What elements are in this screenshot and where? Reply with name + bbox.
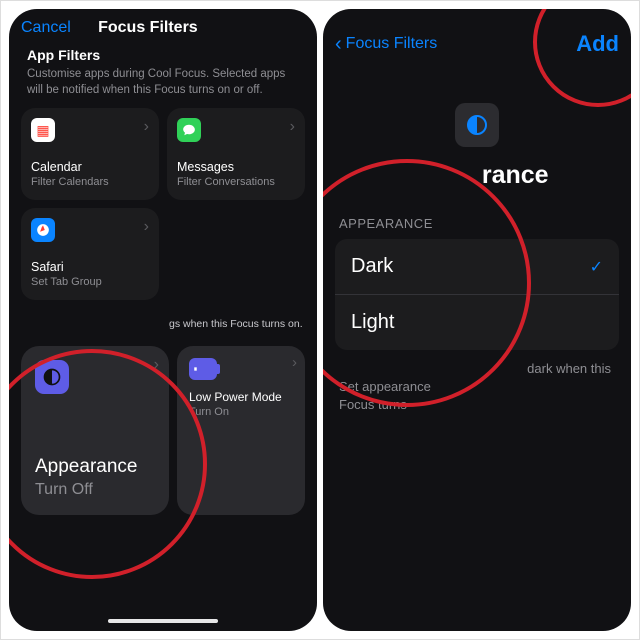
page-title: Focus Filters xyxy=(31,19,265,37)
safari-icon xyxy=(31,218,55,242)
option-light[interactable]: Light xyxy=(335,295,619,350)
appearance-hero-icon xyxy=(455,103,499,147)
calendar-icon: ▦ xyxy=(31,118,55,142)
tile-messages[interactable]: › Messages Filter Conversations xyxy=(167,108,305,200)
appearance-icon xyxy=(35,360,69,394)
back-label: Focus Filters xyxy=(346,35,438,53)
tile-safari-label: Safari xyxy=(31,260,149,274)
section-title-app-filters: App Filters xyxy=(27,47,299,63)
tile-low-power-mode[interactable]: › Low Power Mode Turn On xyxy=(177,346,305,515)
messages-icon xyxy=(177,118,201,142)
tile-lpm-label: Low Power Mode xyxy=(189,390,293,404)
tile-messages-sub: Filter Conversations xyxy=(177,176,295,188)
chevron-right-icon: › xyxy=(290,118,295,136)
tile-safari-sub: Set Tab Group xyxy=(31,276,149,288)
tile-appearance[interactable]: › Appearance Turn Off xyxy=(21,346,169,515)
left-screenshot: Cancel Focus Filters App Filters Customi… xyxy=(9,9,317,631)
appearance-footer-text: dark when this Set appearance Focus turn… xyxy=(339,360,615,415)
right-screenshot: ‹ Focus Filters Add Appearance APPEARANC… xyxy=(323,9,631,631)
option-dark[interactable]: Dark ✓ xyxy=(335,239,619,295)
chevron-left-icon: ‹ xyxy=(335,34,342,54)
section-label-appearance: APPEARANCE xyxy=(339,216,631,231)
home-indicator xyxy=(108,619,218,623)
chevron-right-icon: › xyxy=(144,118,149,136)
chevron-right-icon: › xyxy=(154,356,159,374)
chevron-right-icon: › xyxy=(144,218,149,236)
section-description: Customise apps during Cool Focus. Select… xyxy=(27,67,299,98)
system-filters-description-tail: gs when this Focus turns on. xyxy=(169,318,317,330)
back-button[interactable]: ‹ Focus Filters xyxy=(335,34,437,54)
option-light-label: Light xyxy=(351,311,394,334)
add-button[interactable]: Add xyxy=(576,31,619,57)
chevron-right-icon: › xyxy=(292,354,297,371)
checkmark-icon: ✓ xyxy=(590,257,603,277)
tile-appearance-label: Appearance xyxy=(35,456,155,478)
option-dark-label: Dark xyxy=(351,255,393,278)
tile-calendar[interactable]: › ▦ Calendar Filter Calendars xyxy=(21,108,159,200)
appearance-option-list: Dark ✓ Light xyxy=(335,239,619,350)
tile-calendar-label: Calendar xyxy=(31,160,149,174)
tile-lpm-sub: Turn On xyxy=(189,406,293,418)
battery-low-icon xyxy=(189,358,217,380)
tile-safari[interactable]: › Safari Set Tab Group xyxy=(21,208,159,300)
tile-calendar-sub: Filter Calendars xyxy=(31,176,149,188)
tile-appearance-sub: Turn Off xyxy=(35,481,155,499)
page-title: Appearance xyxy=(405,161,548,190)
tile-messages-label: Messages xyxy=(177,160,295,174)
